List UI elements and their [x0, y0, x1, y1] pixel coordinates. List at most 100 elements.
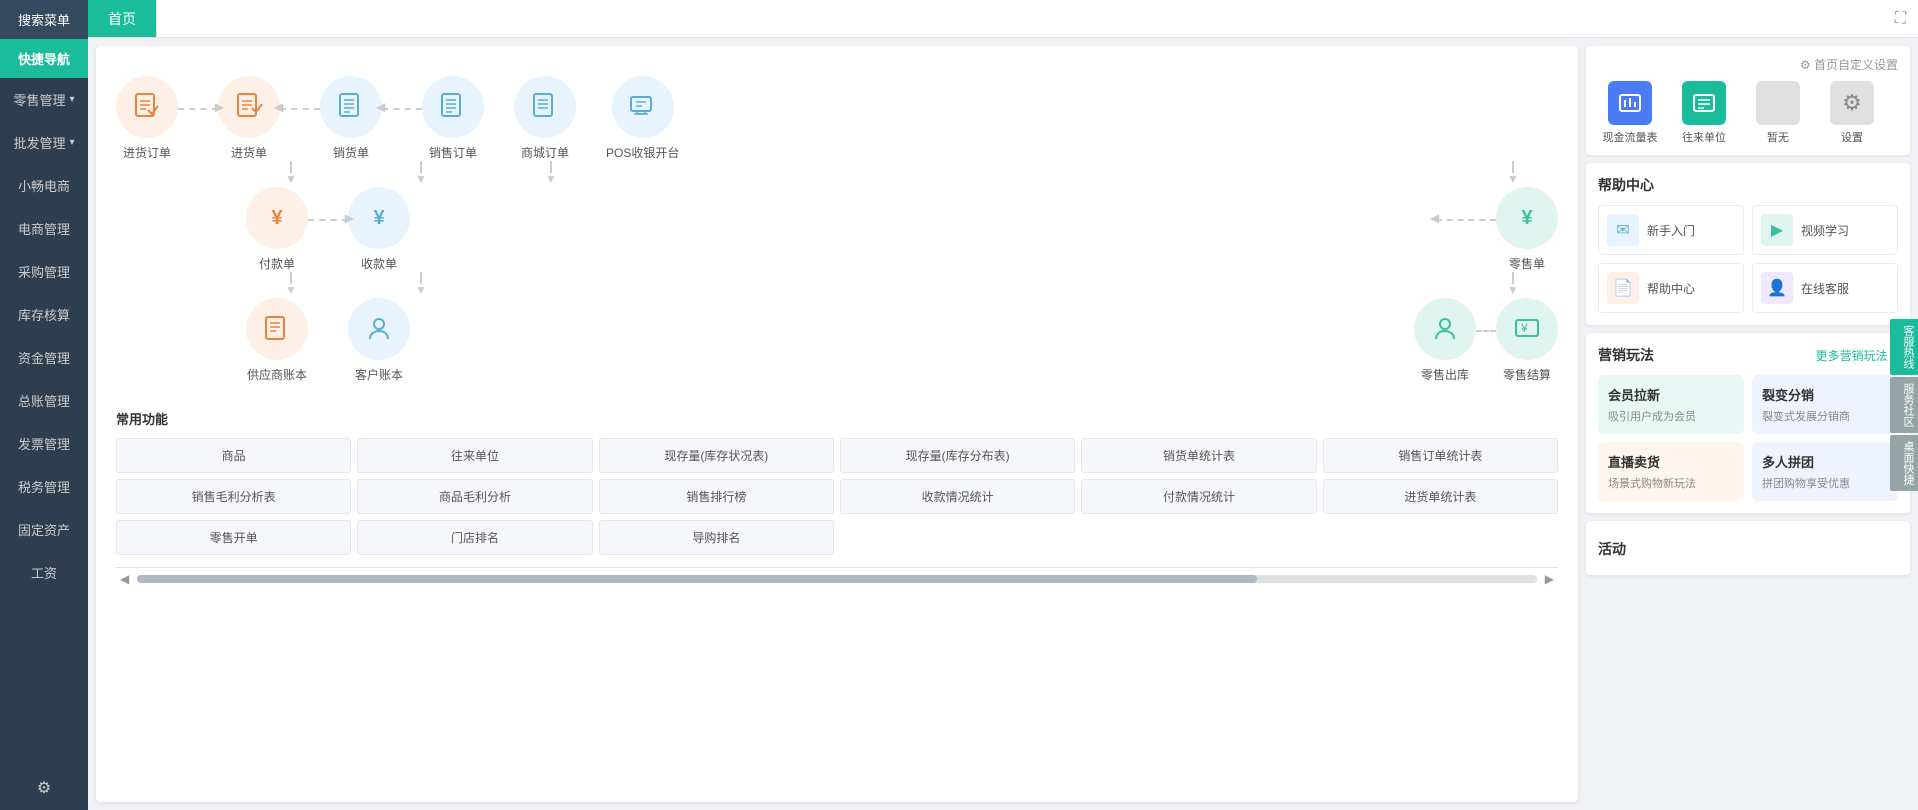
float-btn-service[interactable]: 客服热线 — [1890, 319, 1918, 375]
flow-node-customer-account[interactable]: 客户账本 — [348, 298, 410, 383]
common-btn-retail-order[interactable]: 零售开单 — [116, 520, 351, 555]
expand-icon[interactable]: ⛶ — [1883, 10, 1918, 28]
flow-node-payment[interactable]: ¥ 付款单 — [246, 187, 308, 272]
common-btn-sales-order-stat[interactable]: 销售订单统计表 — [1323, 438, 1558, 473]
common-btn-stock2[interactable]: 现存量(库存分布表) — [840, 438, 1075, 473]
common-functions-section: 常用功能 商品 往来单位 现存量(库存状况表) 现存量(库存分布表) 销货单统计… — [116, 409, 1558, 555]
help-grid: ✉ 新手入门 ▶ 视频学习 📄 帮助中心 👤 在线客服 — [1598, 205, 1898, 313]
flow-node-pos[interactable]: POS收银开台 — [606, 76, 679, 161]
marketing-item-member[interactable]: 会员拉新 吸引用户成为会员 — [1598, 375, 1744, 434]
sidebar: 搜索菜单 快捷导航 零售管理 ▾ 批发管理 ▾ 小畅电商 电商管理 采购管理 库… — [0, 0, 88, 810]
marketing-item-live[interactable]: 直播卖货 场景式购物新玩法 — [1598, 442, 1744, 501]
help-item-beginner[interactable]: ✉ 新手入门 — [1598, 205, 1744, 255]
quick-icon-settings[interactable]: ⚙ 设置 — [1820, 81, 1884, 145]
common-btn-receipt-stat[interactable]: 收款情况统计 — [840, 479, 1075, 514]
marketing-card: 营销玩法 更多营销玩法 > 会员拉新 吸引用户成为会员 裂变分销 裂变式发展分销… — [1586, 333, 1910, 513]
sidebar-item-inventory[interactable]: 库存核算 — [0, 293, 88, 336]
common-functions-title: 常用功能 — [116, 409, 1558, 428]
help-item-video[interactable]: ▶ 视频学习 — [1752, 205, 1898, 255]
sidebar-item-tax[interactable]: 税务管理 — [0, 465, 88, 508]
flow-node-purchase[interactable]: 进货单 — [218, 76, 280, 161]
common-btn-sales-rank[interactable]: 销售排行榜 — [599, 479, 834, 514]
help-title: 帮助中心 — [1598, 175, 1898, 195]
activity-title: 活动 — [1598, 533, 1898, 563]
beginner-icon: ✉ — [1607, 214, 1639, 246]
partner-icon — [1682, 81, 1726, 125]
common-btn-sales-margin[interactable]: 销售毛利分析表 — [116, 479, 351, 514]
sidebar-item-ecommerce-small[interactable]: 小畅电商 — [0, 164, 88, 207]
flow-node-mall-order[interactable]: 商城订单 — [514, 76, 576, 161]
scroll-track[interactable] — [137, 575, 1537, 583]
help-item-service[interactable]: 👤 在线客服 — [1752, 263, 1898, 313]
marketing-more-btn[interactable]: 更多营销玩法 > — [1816, 347, 1898, 364]
common-btn-partner[interactable]: 往来单位 — [357, 438, 592, 473]
marketing-item-group[interactable]: 多人拼团 拼团购物享受优惠 — [1752, 442, 1898, 501]
sidebar-item-purchase[interactable]: 采购管理 — [0, 250, 88, 293]
sidebar-item-fixed-assets[interactable]: 固定资产 — [0, 508, 88, 551]
help-card: 帮助中心 ✉ 新手入门 ▶ 视频学习 📄 帮助中心 👤 — [1586, 163, 1910, 325]
activity-card: 活动 — [1586, 521, 1910, 575]
main-content: 首页 ⛶ — [88, 0, 1918, 810]
common-btn-stock1[interactable]: 现存量(库存状况表) — [599, 438, 834, 473]
float-btn-desktop[interactable]: 桌面快捷 — [1890, 435, 1918, 491]
sidebar-item-finance[interactable]: 资金管理 — [0, 336, 88, 379]
marketing-title: 营销玩法 — [1598, 345, 1654, 365]
flow-node-sales[interactable]: 销货单 — [320, 76, 382, 161]
scroll-thumb — [137, 575, 1257, 583]
float-buttons: 客服热线 服务社区 桌面快捷 — [1890, 319, 1918, 491]
flow-node-supplier-account[interactable]: 供应商账本 — [246, 298, 308, 383]
left-panel: 进货订单 ▶ — [96, 46, 1578, 802]
common-btn-guide-rank[interactable]: 导购排名 — [599, 520, 834, 555]
flow-node-sales-order[interactable]: 销售订单 — [422, 76, 484, 161]
float-btn-community[interactable]: 服务社区 — [1890, 377, 1918, 433]
cashflow-icon — [1608, 81, 1652, 125]
flow-node-purchase-order[interactable]: 进货订单 — [116, 76, 178, 161]
quick-icon-partner[interactable]: 往来单位 — [1672, 81, 1736, 145]
help-item-help[interactable]: 📄 帮助中心 — [1598, 263, 1744, 313]
chevron-down-icon: ▾ — [69, 137, 74, 148]
content-area: 进货订单 ▶ — [88, 38, 1918, 810]
scroll-bar: ◀ ▶ — [116, 567, 1558, 590]
common-btn-goods-margin[interactable]: 商品毛利分析 — [357, 479, 592, 514]
right-panel: ⚙ 首页自定义设置 现金流量表 — [1578, 38, 1918, 810]
scroll-right-btn[interactable]: ▶ — [1541, 572, 1558, 586]
tab-home[interactable]: 首页 — [88, 0, 157, 37]
quick-icons-header[interactable]: ⚙ 首页自定义设置 — [1598, 56, 1898, 73]
sidebar-item-retail[interactable]: 零售管理 ▾ — [0, 78, 88, 121]
common-functions-grid: 商品 往来单位 现存量(库存状况表) 现存量(库存分布表) 销货单统计表 销售订… — [116, 438, 1558, 555]
settings-icon: ⚙ — [1830, 81, 1874, 125]
sidebar-item-wholesale[interactable]: 批发管理 ▾ — [0, 121, 88, 164]
chevron-down-icon: ▾ — [69, 94, 74, 105]
common-btn-purchase-stat[interactable]: 进货单统计表 — [1323, 479, 1558, 514]
marketing-header: 营销玩法 更多营销玩法 > — [1598, 345, 1898, 365]
quick-icons-card: ⚙ 首页自定义设置 现金流量表 — [1586, 46, 1910, 155]
flow-node-receipt[interactable]: ¥ 收款单 — [348, 187, 410, 272]
sidebar-nav-label: 快捷导航 — [0, 39, 88, 78]
flow-node-retail-settle[interactable]: ¥ 零售结算 — [1496, 298, 1558, 383]
video-icon: ▶ — [1761, 214, 1793, 246]
sidebar-item-payroll[interactable]: 工资 — [0, 551, 88, 594]
help-doc-icon: 📄 — [1607, 272, 1639, 304]
sidebar-item-general-ledger[interactable]: 总账管理 — [0, 379, 88, 422]
common-btn-store-rank[interactable]: 门店排名 — [357, 520, 592, 555]
flow-node-retail-out[interactable]: 零售出库 — [1414, 298, 1476, 383]
common-btn-sales-stat[interactable]: 销货单统计表 — [1081, 438, 1316, 473]
marketing-grid: 会员拉新 吸引用户成为会员 裂变分销 裂变式发展分销商 直播卖货 场景式购物新玩… — [1598, 375, 1898, 501]
sidebar-item-invoice[interactable]: 发票管理 — [0, 422, 88, 465]
flow-node-retail[interactable]: ¥ 零售单 — [1496, 187, 1558, 272]
flow-section: 进货订单 ▶ — [116, 66, 1558, 393]
quick-icons-row: 现金流量表 往来单位 — [1598, 81, 1898, 145]
gear-icon[interactable]: ⚙ — [0, 766, 88, 810]
sidebar-search[interactable]: 搜索菜单 — [0, 0, 88, 39]
svg-text:¥: ¥ — [1520, 321, 1528, 335]
sidebar-item-ecommerce[interactable]: 电商管理 — [0, 207, 88, 250]
scroll-left-btn[interactable]: ◀ — [116, 572, 133, 586]
empty-icon — [1756, 81, 1800, 125]
quick-icon-empty[interactable]: 暂无 — [1746, 81, 1810, 145]
common-btn-payment-stat[interactable]: 付款情况统计 — [1081, 479, 1316, 514]
marketing-item-fission[interactable]: 裂变分销 裂变式发展分销商 — [1752, 375, 1898, 434]
service-icon: 👤 — [1761, 272, 1793, 304]
quick-icon-cashflow[interactable]: 现金流量表 — [1598, 81, 1662, 145]
common-btn-goods[interactable]: 商品 — [116, 438, 351, 473]
tab-bar: 首页 ⛶ — [88, 0, 1918, 38]
